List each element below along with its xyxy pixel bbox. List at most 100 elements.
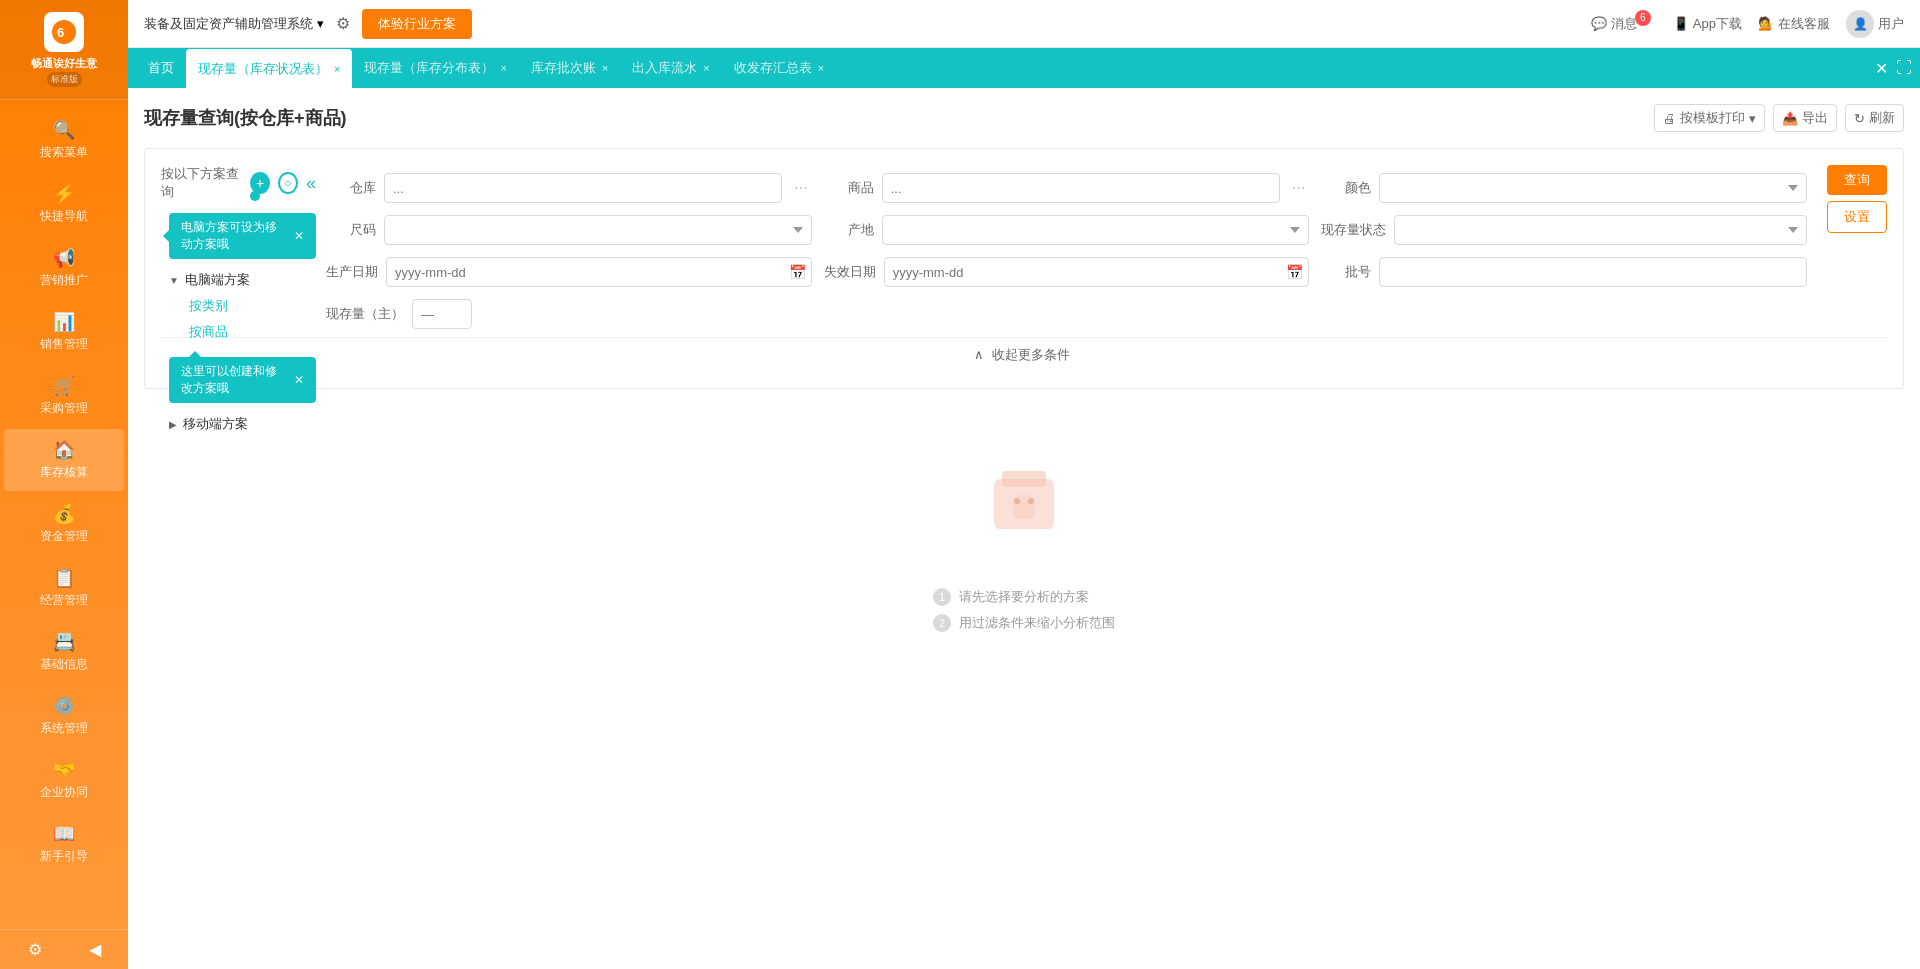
sidebar-item-finance[interactable]: 💰 资金管理 <box>4 493 124 555</box>
batch-input[interactable] <box>1379 257 1807 287</box>
scheme-group-pc-header[interactable]: ▼ 电脑端方案 <box>161 267 316 293</box>
sidebar-logo: 6 畅通诶好生意 标准版 <box>0 0 128 100</box>
export-label: 导出 <box>1802 109 1828 127</box>
produce-date-calendar-icon[interactable]: 📅 <box>789 264 806 280</box>
tab-bar: 首页 现存量（库存状况表） × 现存量（库存分布表） × 库存批次账 × 出入库… <box>128 48 1920 88</box>
back-scheme-btn[interactable]: « <box>306 173 316 194</box>
arrow-icon: ▼ <box>169 275 179 286</box>
tab-home[interactable]: 首页 <box>136 48 186 88</box>
sidebar-item-label: 企业协同 <box>40 784 88 801</box>
sidebar-item-enterprise[interactable]: 🤝 企业协同 <box>4 749 124 811</box>
arrow-right-icon: ▶ <box>169 419 177 430</box>
stock-main-label: 现存量（主） <box>326 305 404 323</box>
step-1-text: 请先选择要分析的方案 <box>959 588 1089 606</box>
produce-date-label: 生产日期 <box>326 263 378 281</box>
print-btn[interactable]: 🖨 按模板打印 ▾ <box>1654 104 1765 132</box>
gear-icon[interactable]: ⚙ <box>336 14 350 33</box>
stock-status-select[interactable] <box>1394 215 1807 245</box>
collapse-sidebar-icon[interactable]: ◀ <box>89 940 101 959</box>
user-item[interactable]: 👤 用户 <box>1846 10 1904 38</box>
sidebar-item-system[interactable]: ⚙️ 系统管理 <box>4 685 124 747</box>
online-service-item[interactable]: 💁 在线客服 <box>1758 15 1830 33</box>
sidebar-item-sales[interactable]: 📊 销售管理 <box>4 301 124 363</box>
tab-inventory-dist-close[interactable]: × <box>500 62 506 74</box>
sidebar-item-label: 搜索菜单 <box>40 144 88 161</box>
scheme-list: ▼ 电脑端方案 按类别 按商品 <box>161 267 316 345</box>
query-action-btns: 查询 设置 <box>1827 165 1887 233</box>
logo-text: 畅通诶好生意 <box>31 56 97 70</box>
search-btn[interactable]: 查询 <box>1827 165 1887 195</box>
tab-bar-actions: ✕ ⛶ <box>1875 59 1912 78</box>
content-area: 现存量查询(按仓库+商品) 🖨 按模板打印 ▾ 📤 导出 ↻ 刷新 <box>128 88 1920 969</box>
sidebar-item-marketing[interactable]: 📢 营销推广 <box>4 237 124 299</box>
inventory-icon: 🏠 <box>53 439 75 461</box>
size-select[interactable] <box>384 215 812 245</box>
sidebar-item-purchase[interactable]: 🛒 采购管理 <box>4 365 124 427</box>
collapse-bar[interactable]: ∧ 收起更多条件 <box>161 337 1887 372</box>
color-select[interactable] <box>1379 173 1807 203</box>
close-tabs-icon[interactable]: ✕ <box>1875 59 1888 78</box>
edit-scheme-btn[interactable]: ○ <box>278 172 298 194</box>
tab-collect-summary[interactable]: 收发存汇总表 × <box>722 48 836 88</box>
export-btn[interactable]: 📤 导出 <box>1773 104 1837 132</box>
sidebar-item-basicinfo[interactable]: 📇 基础信息 <box>4 621 124 683</box>
sidebar-item-operations[interactable]: 📋 经营管理 <box>4 557 124 619</box>
logo-icon: 6 <box>44 12 84 52</box>
maximize-icon[interactable]: ⛶ <box>1896 59 1912 77</box>
avatar: 👤 <box>1846 10 1874 38</box>
goods-dots[interactable]: ··· <box>1288 179 1309 197</box>
system-dropdown[interactable]: 装备及固定资产辅助管理系统 ▾ <box>144 15 324 33</box>
tooltip1-close[interactable]: ✕ <box>294 229 304 243</box>
scheme-group-mobile: ▶ 移动端方案 <box>161 411 316 437</box>
scheme-item-goods[interactable]: 按商品 <box>161 319 316 345</box>
sidebar-item-label: 采购管理 <box>40 400 88 417</box>
tooltip2-close[interactable]: ✕ <box>294 373 304 387</box>
goods-input[interactable] <box>882 173 1280 203</box>
sidebar-item-label: 销售管理 <box>40 336 88 353</box>
origin-label: 产地 <box>824 221 874 239</box>
scheme-group-mobile-header[interactable]: ▶ 移动端方案 <box>161 411 316 437</box>
tab-inventory-status[interactable]: 现存量（库存状况表） × <box>186 49 352 89</box>
sidebar-item-quicknav[interactable]: ⚡ 快捷导航 <box>4 173 124 235</box>
expire-date-input[interactable] <box>884 257 1310 287</box>
tab-collect-summary-close[interactable]: × <box>818 62 824 74</box>
produce-date-input[interactable] <box>386 257 812 287</box>
origin-select[interactable] <box>882 215 1310 245</box>
industry-btn[interactable]: 体验行业方案 <box>362 9 472 39</box>
warehouse-dots[interactable]: ··· <box>790 179 811 197</box>
tab-batch-account[interactable]: 库存批次账 × <box>519 48 620 88</box>
size-field: 尺码 <box>326 215 812 245</box>
settings-icon[interactable]: ⚙ <box>28 940 42 959</box>
tab-inventory-status-close[interactable]: × <box>334 63 340 75</box>
tooltip1: 电脑方案可设为移动方案哦 ✕ <box>169 213 316 259</box>
tab-in-out-flow[interactable]: 出入库流水 × <box>620 48 721 88</box>
sidebar: 6 畅通诶好生意 标准版 🔍 搜索菜单 ⚡ 快捷导航 📢 营销推广 📊 销售管理… <box>0 0 128 969</box>
reset-btn[interactable]: 设置 <box>1827 201 1887 233</box>
goods-field: 商品 ··· <box>824 173 1310 203</box>
expire-date-label: 失效日期 <box>824 263 876 281</box>
empty-icon <box>974 449 1074 568</box>
empty-steps: 1 请先选择要分析的方案 2 用过滤条件来缩小分析范围 <box>933 588 1115 640</box>
stock-status-field: 现存量状态 <box>1321 215 1807 245</box>
header-left: 装备及固定资产辅助管理系统 ▾ ⚙ 体验行业方案 <box>144 9 472 39</box>
notification-item[interactable]: 💬 消息 6 <box>1591 15 1657 33</box>
size-label: 尺码 <box>326 221 376 239</box>
app-download-item[interactable]: 📱 App下载 <box>1673 15 1742 33</box>
connector-dot <box>250 191 260 201</box>
notification-label: 消息 <box>1611 15 1637 33</box>
scheme-group-pc: ▼ 电脑端方案 按类别 按商品 <box>161 267 316 345</box>
tab-batch-account-close[interactable]: × <box>602 62 608 74</box>
quicknav-icon: ⚡ <box>53 183 75 205</box>
filter-row-4: 现存量（主） <box>326 299 1887 329</box>
stock-main-input[interactable] <box>412 299 472 329</box>
expire-date-calendar-icon[interactable]: 📅 <box>1286 264 1303 280</box>
sidebar-item-search[interactable]: 🔍 搜索菜单 <box>4 109 124 171</box>
refresh-btn[interactable]: ↻ 刷新 <box>1845 104 1904 132</box>
warehouse-input[interactable] <box>384 173 782 203</box>
tab-inventory-dist[interactable]: 现存量（库存分布表） × <box>352 48 518 88</box>
logo-badge: 标准版 <box>47 72 82 87</box>
sidebar-item-newguide[interactable]: 📖 新手引导 <box>4 813 124 875</box>
scheme-item-category[interactable]: 按类别 <box>161 293 316 319</box>
sidebar-item-inventory[interactable]: 🏠 库存核算 <box>4 429 124 491</box>
tab-in-out-flow-close[interactable]: × <box>703 62 709 74</box>
